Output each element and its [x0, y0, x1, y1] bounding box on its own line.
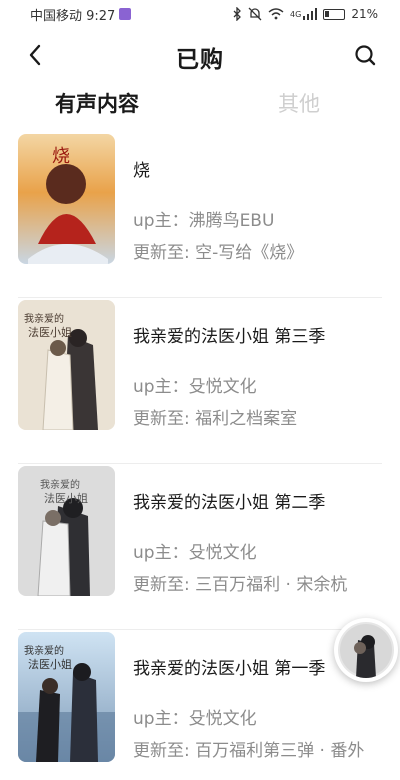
search-button[interactable]	[350, 40, 380, 70]
item-uploader: up主：沸腾鸟EBU	[133, 211, 275, 231]
svg-text:法医小姐: 法医小姐	[28, 325, 72, 339]
tab-other[interactable]: 其他	[278, 88, 320, 118]
svg-text:我亲爱的: 我亲爱的	[24, 312, 64, 325]
item-uploader: up主：殳悦文化	[133, 709, 257, 729]
item-update: 更新至: 三百万福利 · 宋余杭	[133, 575, 348, 595]
bluetooth-icon	[233, 7, 241, 21]
svg-text:烧: 烧	[52, 146, 70, 167]
mute-bell-icon	[248, 7, 262, 21]
floating-player-button[interactable]	[334, 618, 398, 682]
carrier-time: 中国移动 9:27	[30, 8, 116, 24]
status-right: 4G 21%	[232, 7, 378, 21]
item-uploader: up主：殳悦文化	[133, 543, 257, 563]
cover-image: 我亲爱的 法医小姐	[18, 300, 115, 430]
svg-text:我亲爱的: 我亲爱的	[24, 644, 64, 657]
item-update: 更新至: 福利之档案室	[133, 409, 298, 429]
page-title: 已购	[176, 47, 224, 73]
item-title: 我亲爱的法医小姐 第二季	[133, 493, 326, 513]
search-icon	[355, 45, 376, 66]
tab-audio-content[interactable]: 有声内容	[55, 88, 139, 118]
cover-image: 我亲爱的 法医小姐	[18, 632, 115, 762]
header: 已购	[0, 32, 400, 78]
status-bar: 中国移动 9:27 4G 21%	[0, 0, 400, 28]
network-type: 4G	[290, 9, 302, 19]
wifi-icon	[268, 8, 284, 20]
status-left: 中国移动 9:27	[30, 5, 132, 24]
battery-percentage: 21%	[351, 7, 378, 21]
item-update: 更新至: 百万福利第三弹 · 番外	[133, 741, 365, 761]
item-title: 烧	[133, 161, 150, 181]
list-item[interactable]: 我亲爱的 法医小姐 我亲爱的法医小姐 第二季 up主：殳悦文化 更新至: 三百万…	[0, 464, 400, 630]
list-item[interactable]: 烧 烧 up主：沸腾鸟EBU 更新至: 空-写给《烧》	[0, 132, 400, 298]
item-title: 我亲爱的法医小姐 第一季	[133, 659, 326, 679]
list-item[interactable]: 我亲爱的 法医小姐 我亲爱的法医小姐 第三季 up主：殳悦文化 更新至: 福利之…	[0, 298, 400, 464]
cover-image: 我亲爱的 法医小姐	[18, 466, 115, 596]
item-title: 我亲爱的法医小姐 第三季	[133, 327, 326, 347]
signal-icon	[303, 8, 318, 20]
item-uploader: up主：殳悦文化	[133, 377, 257, 397]
item-update: 更新至: 空-写给《烧》	[133, 243, 304, 263]
app-notification-icon	[119, 8, 132, 20]
cover-image: 烧	[18, 134, 115, 264]
svg-text:我亲爱的: 我亲爱的	[40, 478, 80, 491]
svg-text:法医小姐: 法医小姐	[44, 491, 88, 505]
battery-icon	[323, 8, 346, 20]
purchased-list: 烧 烧 up主：沸腾鸟EBU 更新至: 空-写给《烧》 我亲爱的 法医小姐 我亲…	[0, 132, 400, 780]
svg-text:法医小姐: 法医小姐	[28, 657, 72, 671]
now-playing-cover	[338, 622, 394, 678]
tab-bar: 有声内容 其他	[0, 88, 400, 128]
